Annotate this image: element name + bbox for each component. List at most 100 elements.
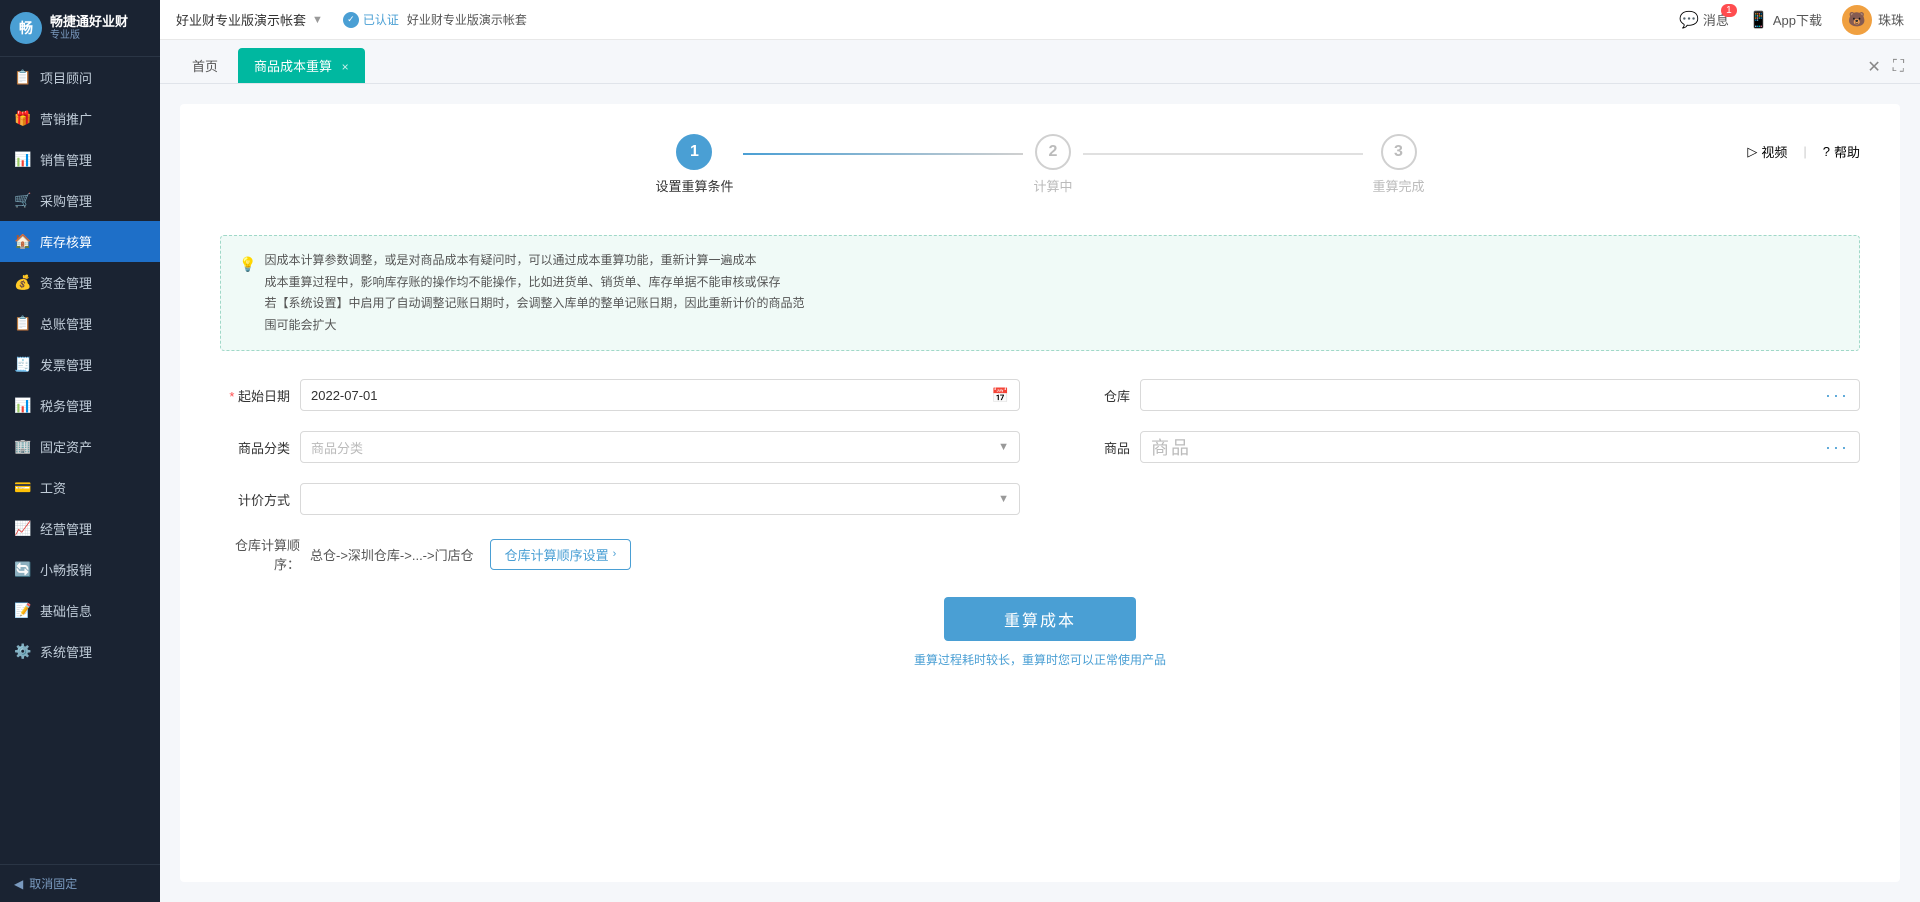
stepper: 1 设置重算条件 2 计算中 3 [548,134,1532,195]
account-select-dropdown[interactable]: 好业财专业版演示帐套 ▼ [176,10,323,29]
sidebar-item-label: 经营管理 [40,519,92,538]
step-3: 3 重算完成 [1373,134,1425,195]
sidebar-item-salary[interactable]: 💳 工资 [0,467,160,508]
warehouse-order-settings-button[interactable]: 仓库计算顺序设置 › [490,539,632,570]
warehouse-field: 仓库 ··· [1060,379,1860,411]
account-name: 好业财专业版演示帐套 [176,10,306,29]
sidebar-item-system[interactable]: ⚙️ 系统管理 [0,631,160,672]
sidebar-item-invoice[interactable]: 🧾 发票管理 [0,344,160,385]
sidebar-item-operation[interactable]: 📈 经营管理 [0,508,160,549]
step-line-2 [1083,153,1363,155]
verified-text: 已认证 [363,11,399,28]
sidebar-item-label: 税务管理 [40,396,92,415]
user-avatar-button[interactable]: 🐻 珠珠 [1842,5,1904,35]
pricing-field: 计价方式 ▼ [220,483,1020,515]
expand-icon[interactable]: ⛶ [1893,58,1904,76]
helper-line-4: 围可能会扩大 [264,315,804,337]
tab-cost-recalc-label: 商品成本重算 [254,59,332,74]
category-select[interactable]: 商品分类 ▼ [300,431,1020,463]
warehouse-label: 仓库 [1060,386,1130,405]
help-icon: ? [1823,144,1830,159]
pricing-chevron-icon: ▼ [998,493,1009,505]
invoice-icon: 🧾 [14,356,32,374]
content-inner: 1 设置重算条件 2 计算中 3 [180,104,1900,882]
phone-icon: 📱 [1749,10,1769,30]
sidebar-unpin[interactable]: ◀ 取消固定 [0,864,160,902]
form-row-2: 商品分类 商品分类 ▼ 商品 商品 ··· [220,431,1860,463]
account-chevron-icon: ▼ [312,14,323,26]
sidebar-item-project[interactable]: 📋 项目顾问 [0,57,160,98]
step-2-label: 计算中 [1033,176,1072,195]
sidebar-item-tax[interactable]: 📊 税务管理 [0,385,160,426]
sidebar-item-asset[interactable]: 🏢 固定资产 [0,426,160,467]
sidebar-item-expense[interactable]: 🔄 小畅报销 [0,549,160,590]
sidebar-item-label: 基础信息 [40,601,92,620]
calendar-icon[interactable]: 📅 [992,387,1009,404]
form-row-3: 计价方式 ▼ [220,483,1860,515]
video-link[interactable]: ▷ 视频 [1747,142,1787,161]
sidebar-item-label: 资金管理 [40,273,92,292]
expense-icon: 🔄 [14,561,32,579]
warehouse-input[interactable]: ··· [1140,379,1860,411]
shield-icon: ✓ [343,12,359,28]
app-title: 畅捷通好业财 [50,14,128,30]
start-date-label: 起始日期 [220,386,290,405]
app-subtitle: 专业版 [50,30,128,42]
marketing-icon: 🎁 [14,110,32,128]
sidebar-item-inventory[interactable]: 🏠 库存核算 [0,221,160,262]
message-icon: 💬 [1679,10,1699,30]
pricing-select[interactable]: ▼ [300,483,1020,515]
tab-home[interactable]: 首页 [176,48,234,83]
ledger-icon: 📋 [14,315,32,333]
sidebar-item-label: 小畅报销 [40,560,92,579]
tab-cost-recalc[interactable]: 商品成本重算 × [238,48,365,83]
sidebar-item-sales[interactable]: 📊 销售管理 [0,139,160,180]
unpin-icon: ◀ [14,877,23,891]
warehouse-order-label: 仓库计算顺序： [220,535,300,573]
step-2-num: 2 [1049,143,1058,161]
message-button[interactable]: 💬 消息 1 [1679,10,1729,30]
step-1-circle: 1 [676,134,712,170]
submit-button[interactable]: 重算成本 [944,597,1136,641]
helper-line-2: 成本重算过程中，影响库存账的操作均不能操作，比如进货单、销货单、库存单据不能审核… [264,272,804,294]
sidebar-item-finance[interactable]: 💰 资金管理 [0,262,160,303]
step-1: 1 设置重算条件 [655,134,733,195]
sidebar-item-basic[interactable]: 📝 基础信息 [0,590,160,631]
start-date-value: 2022-07-01 [311,388,992,403]
form-row-1: 起始日期 2022-07-01 📅 仓库 ··· [220,379,1860,411]
sidebar-item-label: 工资 [40,478,66,497]
sidebar-item-label: 库存核算 [40,232,92,251]
category-field: 商品分类 商品分类 ▼ [220,431,1020,463]
app-download-button[interactable]: 📱 App下载 [1749,10,1822,30]
tab-home-label: 首页 [192,59,218,74]
main-area: 好业财专业版演示帐套 ▼ ✓ 已认证 好业财专业版演示帐套 💬 消息 1 📱 A… [160,0,1920,902]
sidebar-item-label: 固定资产 [40,437,92,456]
inventory-icon: 🏠 [14,233,32,251]
close-icon[interactable]: ✕ [1867,57,1880,77]
app-logo-text: 畅捷通好业财 专业版 [50,14,128,42]
basic-icon: 📝 [14,602,32,620]
purchase-icon: 🛒 [14,192,32,210]
warehouse-order-arrow-icon: › [613,548,617,560]
tab-close-icon[interactable]: × [342,60,349,74]
help-link[interactable]: ? 帮助 [1823,142,1860,161]
project-icon: 📋 [14,69,32,87]
tax-icon: 📊 [14,397,32,415]
start-date-input[interactable]: 2022-07-01 📅 [300,379,1020,411]
goods-placeholder: 商品 [1151,434,1191,460]
warehouse-order-row: 仓库计算顺序： 总仓->深圳仓库->...->门店仓 仓库计算顺序设置 › [220,535,1860,573]
user-name: 珠珠 [1878,10,1904,29]
step-2: 2 计算中 [1033,134,1072,195]
sidebar-item-ledger[interactable]: 📋 总账管理 [0,303,160,344]
message-badge: 1 [1721,4,1737,17]
step-3-circle: 3 [1381,134,1417,170]
sidebar-item-label: 项目顾问 [40,68,92,87]
warehouse-order-value: 总仓->深圳仓库->...->门店仓 [310,545,474,564]
asset-icon: 🏢 [14,438,32,456]
sidebar-item-marketing[interactable]: 🎁 营销推广 [0,98,160,139]
start-date-field: 起始日期 2022-07-01 📅 [220,379,1020,411]
category-placeholder: 商品分类 [311,438,363,457]
sidebar-item-label: 采购管理 [40,191,92,210]
sidebar-item-purchase[interactable]: 🛒 采购管理 [0,180,160,221]
goods-input[interactable]: 商品 ··· [1140,431,1860,463]
